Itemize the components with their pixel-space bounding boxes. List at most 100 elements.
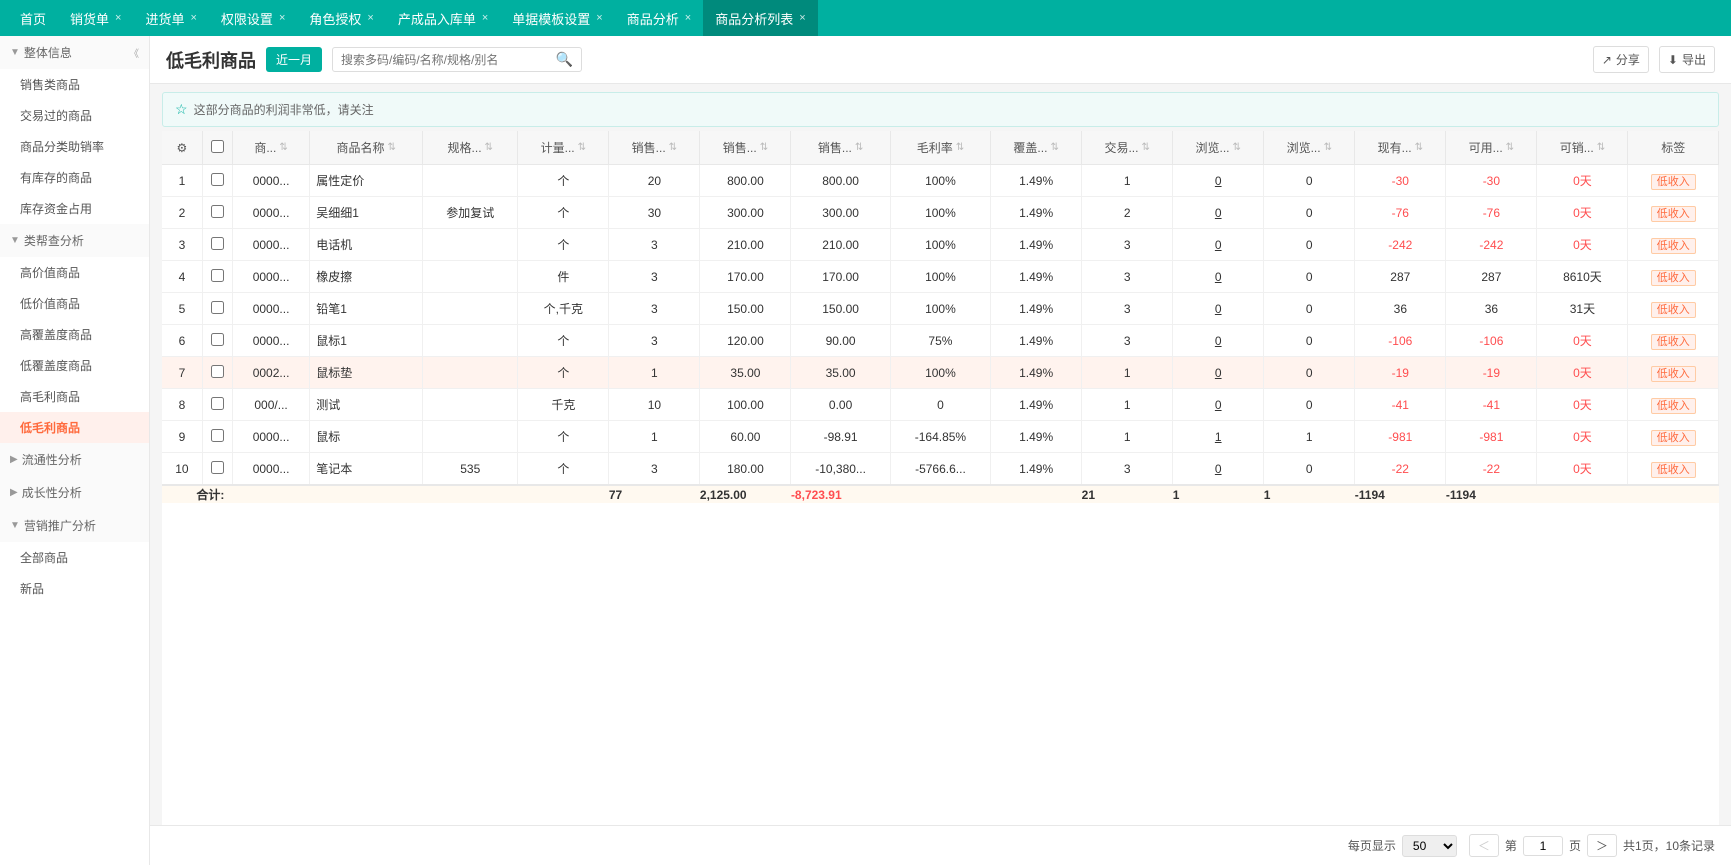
row-browse1[interactable]: 0 — [1173, 325, 1264, 357]
col-settings[interactable]: ⚙ — [162, 131, 202, 165]
sidebar-group-growth[interactable]: ▶ 成长性分析 — [0, 476, 149, 509]
col-browse1[interactable]: 浏览... ⇅ — [1173, 131, 1264, 165]
prev-page-button[interactable]: ＜ — [1469, 834, 1499, 857]
nav-close-permissions[interactable]: × — [279, 12, 285, 24]
sidebar-item-high-margin[interactable]: 高毛利商品 — [0, 381, 149, 412]
nav-close-product-analysis[interactable]: × — [685, 12, 691, 24]
sidebar-group-circulation[interactable]: ▶ 流通性分析 — [0, 443, 149, 476]
col-sales-profit[interactable]: 销售... ⇅ — [791, 131, 890, 165]
row-browse1[interactable]: 0 — [1173, 261, 1264, 293]
col-sales-amount[interactable]: 销售... ⇅ — [700, 131, 791, 165]
row-browse1[interactable]: 0 — [1173, 197, 1264, 229]
row-browse1[interactable]: 0 — [1173, 453, 1264, 486]
col-trade-count[interactable]: 交易... ⇅ — [1082, 131, 1173, 165]
browse-link[interactable]: 0 — [1215, 366, 1222, 380]
nav-close-purchase-order[interactable]: × — [190, 12, 196, 24]
browse-link[interactable]: 0 — [1215, 462, 1222, 476]
row-checkbox-cell[interactable] — [202, 421, 232, 453]
settings-icon[interactable]: ⚙ — [177, 141, 188, 155]
row-checkbox-cell[interactable] — [202, 453, 232, 486]
sidebar-item-high-coverage[interactable]: 高覆盖度商品 — [0, 319, 149, 350]
col-current-stock[interactable]: 现有... ⇅ — [1355, 131, 1446, 165]
export-button[interactable]: ⬇ 导出 — [1659, 46, 1715, 73]
row-checkbox-cell[interactable] — [202, 389, 232, 421]
browse-link[interactable]: 0 — [1215, 334, 1222, 348]
row-browse1[interactable]: 0 — [1173, 389, 1264, 421]
col-sales-qty[interactable]: 销售... ⇅ — [609, 131, 700, 165]
browse-link[interactable]: 0 — [1215, 302, 1222, 316]
row-checkbox[interactable] — [211, 173, 224, 186]
col-browse2[interactable]: 浏览... ⇅ — [1264, 131, 1355, 165]
sidebar-item-new-products[interactable]: 新品 — [0, 573, 149, 604]
col-name[interactable]: 商品名称 ⇅ — [310, 131, 423, 165]
browse-link[interactable]: 1 — [1215, 430, 1222, 444]
nav-purchase-order[interactable]: 进货单 × — [133, 0, 208, 36]
nav-sales-order[interactable]: 销货单 × — [58, 0, 133, 36]
sidebar-item-sales-products[interactable]: 销售类商品 — [0, 69, 149, 100]
row-browse1[interactable]: 0 — [1173, 357, 1264, 389]
nav-analysis-list[interactable]: 商品分析列表 × — [703, 0, 817, 36]
row-checkbox-cell[interactable] — [202, 293, 232, 325]
share-button[interactable]: ↗ 分享 — [1593, 46, 1649, 73]
col-checkbox[interactable] — [202, 131, 232, 165]
nav-permissions[interactable]: 权限设置 × — [209, 0, 297, 36]
browse-link[interactable]: 0 — [1215, 238, 1222, 252]
search-input[interactable] — [341, 53, 556, 67]
row-checkbox-cell[interactable] — [202, 197, 232, 229]
row-browse1[interactable]: 0 — [1173, 229, 1264, 261]
browse-link[interactable]: 0 — [1215, 398, 1222, 412]
sidebar-item-category-rate[interactable]: 商品分类助销率 — [0, 131, 149, 162]
row-browse1[interactable]: 0 — [1173, 165, 1264, 197]
row-checkbox[interactable] — [211, 461, 224, 474]
sidebar-item-low-margin[interactable]: 低毛利商品 — [0, 412, 149, 443]
row-checkbox[interactable] — [211, 237, 224, 250]
sidebar-group-overall[interactable]: ▼ 整体信息 《 — [0, 36, 149, 69]
nav-product-entry[interactable]: 产成品入库单 × — [386, 0, 500, 36]
nav-home[interactable]: 首页 — [8, 0, 58, 36]
col-unit[interactable]: 计量... ⇅ — [518, 131, 609, 165]
row-checkbox[interactable] — [211, 301, 224, 314]
sidebar-group-class-analysis[interactable]: ▼ 类帮查分析 — [0, 224, 149, 257]
next-page-button[interactable]: ＞ — [1587, 834, 1617, 857]
col-tag[interactable]: 标签 — [1628, 131, 1719, 165]
sidebar-item-low-value[interactable]: 低价值商品 — [0, 288, 149, 319]
nav-product-analysis[interactable]: 商品分析 × — [615, 0, 703, 36]
collapse-icon[interactable]: 《 — [129, 45, 139, 60]
browse-link[interactable]: 0 — [1215, 270, 1222, 284]
row-browse1[interactable]: 0 — [1173, 293, 1264, 325]
browse-link[interactable]: 0 — [1215, 174, 1222, 188]
col-sellable[interactable]: 可销... ⇅ — [1537, 131, 1628, 165]
nav-role-auth[interactable]: 角色授权 × — [297, 0, 385, 36]
sidebar-item-low-coverage[interactable]: 低覆盖度商品 — [0, 350, 149, 381]
sidebar-group-marketing[interactable]: ▼ 营销推广分析 — [0, 509, 149, 542]
sidebar-item-stock-capital[interactable]: 库存资金占用 — [0, 193, 149, 224]
row-checkbox[interactable] — [211, 269, 224, 282]
row-checkbox-cell[interactable] — [202, 165, 232, 197]
page-input[interactable] — [1523, 836, 1563, 856]
nav-close-template[interactable]: × — [596, 12, 602, 24]
search-icon[interactable]: 🔍 — [556, 51, 573, 68]
nav-close-sales-order[interactable]: × — [115, 12, 121, 24]
nav-close-role-auth[interactable]: × — [367, 12, 373, 24]
sidebar-item-in-stock[interactable]: 有库存的商品 — [0, 162, 149, 193]
date-filter-button[interactable]: 近一月 — [266, 47, 322, 72]
sidebar-item-high-value[interactable]: 高价值商品 — [0, 257, 149, 288]
col-code[interactable]: 商... ⇅ — [232, 131, 309, 165]
sidebar-item-all-products[interactable]: 全部商品 — [0, 542, 149, 573]
select-all-checkbox[interactable] — [211, 140, 224, 153]
col-spec[interactable]: 规格... ⇅ — [423, 131, 518, 165]
row-checkbox[interactable] — [211, 205, 224, 218]
col-available[interactable]: 可用... ⇅ — [1446, 131, 1537, 165]
row-checkbox-cell[interactable] — [202, 325, 232, 357]
row-checkbox[interactable] — [211, 333, 224, 346]
row-checkbox[interactable] — [211, 365, 224, 378]
nav-template-settings[interactable]: 单据模板设置 × — [500, 0, 614, 36]
nav-close-product-entry[interactable]: × — [482, 12, 488, 24]
col-gross-margin[interactable]: 毛利率 ⇅ — [890, 131, 990, 165]
row-checkbox-cell[interactable] — [202, 229, 232, 261]
row-checkbox[interactable] — [211, 397, 224, 410]
browse-link[interactable]: 0 — [1215, 206, 1222, 220]
row-checkbox-cell[interactable] — [202, 357, 232, 389]
row-checkbox-cell[interactable] — [202, 261, 232, 293]
col-coverage[interactable]: 覆盖... ⇅ — [991, 131, 1082, 165]
